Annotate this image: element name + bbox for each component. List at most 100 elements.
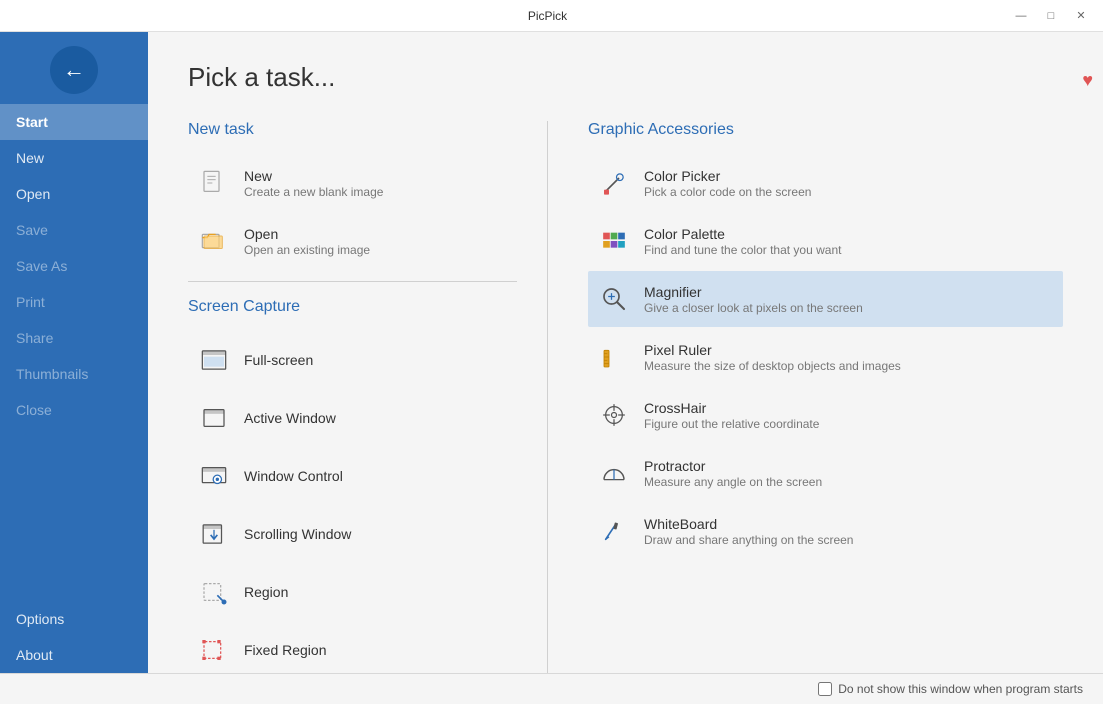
back-icon: ← <box>63 57 85 83</box>
sidebar-item-print: Print <box>0 284 148 320</box>
whiteboard-desc: Draw and share anything on the screen <box>644 533 853 547</box>
color-palette-icon <box>596 223 632 259</box>
sidebar-item-new[interactable]: New <box>0 140 148 176</box>
task-pixel-ruler[interactable]: Pixel Ruler Measure the size of desktop … <box>588 329 1063 385</box>
window-control-icon <box>196 458 232 494</box>
sidebar-item-save: Save <box>0 212 148 248</box>
task-whiteboard[interactable]: WhiteBoard Draw and share anything on th… <box>588 503 1063 559</box>
active-window-name: Active Window <box>244 410 336 426</box>
whiteboard-text: WhiteBoard Draw and share anything on th… <box>644 516 853 547</box>
task-protractor[interactable]: Protractor Measure any angle on the scre… <box>588 445 1063 501</box>
section-divider <box>188 281 517 282</box>
task-magnifier[interactable]: Magnifier Give a closer look at pixels o… <box>588 271 1063 327</box>
window-control-name: Window Control <box>244 468 343 484</box>
magnifier-name: Magnifier <box>644 284 863 300</box>
color-picker-icon <box>596 165 632 201</box>
region-icon <box>196 574 232 610</box>
open-task-name: Open <box>244 226 370 242</box>
title-bar: PicPick — □ ✕ <box>0 0 1103 32</box>
columns-layout: New task New Create a new blank image <box>188 121 1063 673</box>
graphic-accessories-title: Graphic Accessories <box>588 121 1063 139</box>
sidebar-item-about[interactable]: About <box>0 637 148 673</box>
pixel-ruler-icon <box>596 339 632 375</box>
color-picker-desc: Pick a color code on the screen <box>644 185 811 199</box>
new-task-text: New Create a new blank image <box>244 168 383 199</box>
new-icon <box>196 165 232 201</box>
task-window-control[interactable]: Window Control <box>188 448 517 504</box>
whiteboard-icon <box>596 513 632 549</box>
heart-icon[interactable]: ♥ <box>1082 70 1093 91</box>
crosshair-text: CrossHair Figure out the relative coordi… <box>644 400 819 431</box>
left-column: New task New Create a new blank image <box>188 121 548 673</box>
pixel-ruler-desc: Measure the size of desktop objects and … <box>644 359 901 373</box>
maximize-button[interactable]: □ <box>1037 6 1065 26</box>
minimize-button[interactable]: — <box>1007 6 1035 26</box>
scrolling-window-name: Scrolling Window <box>244 526 351 542</box>
sidebar-item-close: Close <box>0 392 148 428</box>
task-crosshair[interactable]: CrossHair Figure out the relative coordi… <box>588 387 1063 443</box>
task-full-screen[interactable]: Full-screen <box>188 332 517 388</box>
new-task-desc: Create a new blank image <box>244 185 383 199</box>
screen-capture-title: Screen Capture <box>188 298 517 316</box>
do-not-show-checkbox[interactable] <box>818 682 832 696</box>
open-icon <box>196 223 232 259</box>
new-task-name: New <box>244 168 383 184</box>
magnifier-desc: Give a closer look at pixels on the scre… <box>644 301 863 315</box>
whiteboard-name: WhiteBoard <box>644 516 853 532</box>
color-palette-name: Color Palette <box>644 226 841 242</box>
new-task-title: New task <box>188 121 517 139</box>
window-control-text: Window Control <box>244 468 343 484</box>
full-screen-text: Full-screen <box>244 352 313 368</box>
task-region[interactable]: Region <box>188 564 517 620</box>
sidebar-logo[interactable]: ← <box>50 46 98 94</box>
open-task-text: Open Open an existing image <box>244 226 370 257</box>
magnifier-text: Magnifier Give a closer look at pixels o… <box>644 284 863 315</box>
full-screen-name: Full-screen <box>244 352 313 368</box>
color-picker-text: Color Picker Pick a color code on the sc… <box>644 168 811 199</box>
sidebar: ← Start New Open Save Save As Print Shar… <box>0 32 148 673</box>
sidebar-item-save-as: Save As <box>0 248 148 284</box>
color-palette-text: Color Palette Find and tune the color th… <box>644 226 841 257</box>
task-color-palette[interactable]: Color Palette Find and tune the color th… <box>588 213 1063 269</box>
scrolling-window-text: Scrolling Window <box>244 526 351 542</box>
active-window-text: Active Window <box>244 410 336 426</box>
open-task-desc: Open an existing image <box>244 243 370 257</box>
fixed-region-icon <box>196 632 232 668</box>
crosshair-name: CrossHair <box>644 400 819 416</box>
scrolling-window-icon <box>196 516 232 552</box>
do-not-show-text: Do not show this window when program sta… <box>838 682 1083 696</box>
pixel-ruler-text: Pixel Ruler Measure the size of desktop … <box>644 342 901 373</box>
active-window-icon <box>196 400 232 436</box>
color-picker-name: Color Picker <box>644 168 811 184</box>
pixel-ruler-name: Pixel Ruler <box>644 342 901 358</box>
app-body: ← Start New Open Save Save As Print Shar… <box>0 32 1103 673</box>
do-not-show-label[interactable]: Do not show this window when program sta… <box>818 682 1083 696</box>
crosshair-icon <box>596 397 632 433</box>
crosshair-desc: Figure out the relative coordinate <box>644 417 819 431</box>
protractor-desc: Measure any angle on the screen <box>644 475 822 489</box>
sidebar-item-thumbnails: Thumbnails <box>0 356 148 392</box>
window-title: PicPick <box>88 9 1007 23</box>
protractor-icon <box>596 455 632 491</box>
task-color-picker[interactable]: Color Picker Pick a color code on the sc… <box>588 155 1063 211</box>
sidebar-item-start[interactable]: Start <box>0 104 148 140</box>
fixed-region-name: Fixed Region <box>244 642 327 658</box>
task-new[interactable]: New Create a new blank image <box>188 155 517 211</box>
task-scrolling-window[interactable]: Scrolling Window <box>188 506 517 562</box>
sidebar-nav: Start New Open Save Save As Print Share … <box>0 104 148 673</box>
sidebar-item-options[interactable]: Options <box>0 601 148 637</box>
task-fixed-region[interactable]: Fixed Region <box>188 622 517 673</box>
color-palette-desc: Find and tune the color that you want <box>644 243 841 257</box>
close-button[interactable]: ✕ <box>1067 6 1095 26</box>
magnifier-icon <box>596 281 632 317</box>
bottom-bar: Do not show this window when program sta… <box>0 673 1103 704</box>
sidebar-item-open[interactable]: Open <box>0 176 148 212</box>
task-open[interactable]: Open Open an existing image <box>188 213 517 269</box>
task-active-window[interactable]: Active Window <box>188 390 517 446</box>
sidebar-item-share: Share <box>0 320 148 356</box>
page-title: Pick a task... <box>188 62 1063 93</box>
full-screen-icon <box>196 342 232 378</box>
window-controls: — □ ✕ <box>1007 6 1095 26</box>
right-column: Graphic Accessories Color Picker Pick a … <box>548 121 1063 673</box>
protractor-name: Protractor <box>644 458 822 474</box>
